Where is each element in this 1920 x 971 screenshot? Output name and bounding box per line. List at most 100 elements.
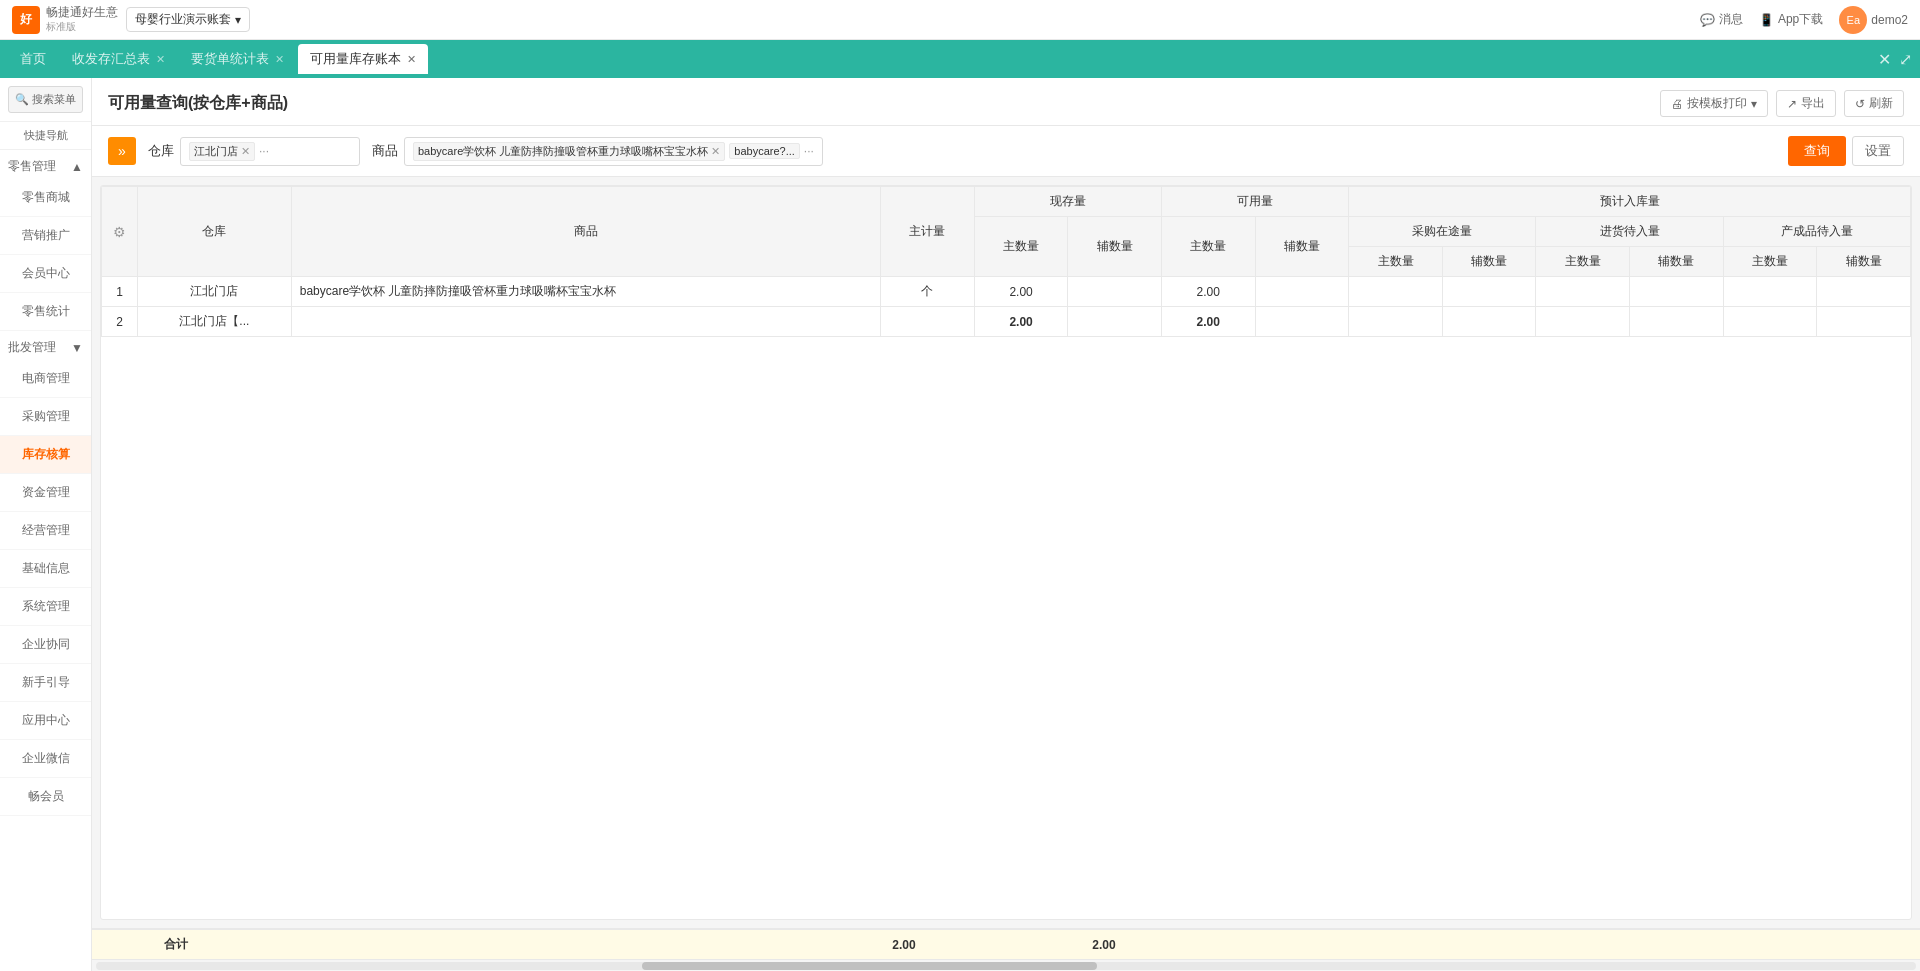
- vip-label: 畅会员: [28, 788, 64, 805]
- logo-sub: 标准版: [46, 20, 118, 34]
- footer-available-main: 2.00: [1054, 938, 1154, 952]
- col-settings-icon[interactable]: ⚙: [113, 224, 126, 240]
- sidebar-item-vip[interactable]: 畅会员: [0, 778, 91, 816]
- top-bar-right: 💬 消息 📱 App下载 Ea demo2: [1700, 6, 1908, 34]
- chevron-down-icon: ▾: [235, 13, 241, 27]
- logo-text: 畅捷通好生意: [46, 5, 118, 21]
- col-inbound-aux-header: 辅数量: [1630, 247, 1724, 277]
- row2-prod-aux: [1817, 307, 1911, 337]
- sidebar-item-wholesale-mgmt-group[interactable]: 批发管理 ▼: [0, 331, 91, 360]
- tab-order-stats[interactable]: 要货单统计表 ✕: [179, 44, 296, 74]
- bottom-scrollbar[interactable]: [92, 959, 1920, 971]
- col-available-aux-header: 辅数量: [1255, 217, 1349, 277]
- warehouse-filter-input[interactable]: 江北门店 ✕ ···: [180, 137, 360, 166]
- main-layout: 🔍 搜索菜单 快捷导航 零售管理 ▲ 零售商城 营销推广 会员中心 零售统计 批…: [0, 78, 1920, 971]
- tab-receipt-label: 收发存汇总表: [72, 50, 150, 68]
- tab-home[interactable]: 首页: [8, 44, 58, 74]
- sidebar-item-inventory[interactable]: 库存核算: [0, 436, 91, 474]
- logo-texts: 畅捷通好生意 标准版: [46, 5, 118, 35]
- col-unit-header: 主计量: [881, 187, 975, 277]
- sidebar-item-purchase-mgmt[interactable]: 采购管理: [0, 398, 91, 436]
- scroll-track: [96, 962, 1916, 970]
- col-prod-aux-header: 辅数量: [1817, 247, 1911, 277]
- sidebar-item-ecommerce[interactable]: 电商管理: [0, 360, 91, 398]
- footer-total-label: 合计: [136, 936, 216, 953]
- sidebar-item-new-guide[interactable]: 新手引导: [0, 664, 91, 702]
- maximize-btn[interactable]: ⤢: [1899, 50, 1912, 69]
- product-ellipsis: ···: [804, 144, 814, 158]
- data-table: ⚙ 仓库 商品 主计量 现存量: [101, 186, 1911, 337]
- sidebar-item-retail-shop[interactable]: 零售商城: [0, 179, 91, 217]
- new-guide-label: 新手引导: [22, 674, 70, 691]
- row2-unit: [881, 307, 975, 337]
- product-filter-tag-2: babycare?...: [729, 143, 800, 159]
- print-icon: 🖨: [1671, 97, 1683, 111]
- quick-nav-btn[interactable]: 快捷导航: [0, 122, 91, 150]
- tab-receipt-close[interactable]: ✕: [156, 53, 165, 66]
- row2-prod-main: [1723, 307, 1817, 337]
- scroll-thumb[interactable]: [642, 962, 1097, 970]
- retail-stats-label: 零售统计: [22, 303, 70, 320]
- tab-bar: 首页 收发存汇总表 ✕ 要货单统计表 ✕ 可用量库存账本 ✕ ✕ ⤢: [0, 40, 1920, 78]
- page-title: 可用量查询(按仓库+商品): [108, 93, 288, 114]
- col-warehouse-header: 仓库: [138, 187, 292, 277]
- product-filter-input[interactable]: babycare学饮杯 儿童防摔防撞吸管杯重力球吸嘴杯宝宝水杯 ✕ babyca…: [404, 137, 823, 166]
- inventory-label: 库存核算: [22, 446, 70, 463]
- row2-available-main: 2.00: [1161, 307, 1255, 337]
- settings-button[interactable]: 设置: [1852, 136, 1904, 166]
- col-purchase-main-header: 主数量: [1349, 247, 1443, 277]
- sidebar-item-member-center[interactable]: 会员中心: [0, 255, 91, 293]
- tab-bar-actions: ✕ ⤢: [1878, 50, 1912, 69]
- filter-toggle-btn[interactable]: »: [108, 137, 136, 165]
- row2-current-aux: [1068, 307, 1162, 337]
- member-center-label: 会员中心: [22, 265, 70, 282]
- row1-num: 1: [102, 277, 138, 307]
- user-profile[interactable]: Ea demo2: [1839, 6, 1908, 34]
- sidebar-item-finance-mgmt[interactable]: 资金管理: [0, 474, 91, 512]
- row1-warehouse: 江北门店: [138, 277, 292, 307]
- query-button[interactable]: 查询: [1788, 136, 1846, 166]
- page-header: 可用量查询(按仓库+商品) 🖨 按模板打印 ▾ ↗ 导出 ↺ 刷新: [92, 78, 1920, 126]
- warehouse-filter-label: 仓库: [148, 142, 174, 160]
- search-icon: 🔍: [15, 93, 29, 105]
- sidebar-item-retail-stats[interactable]: 零售统计: [0, 293, 91, 331]
- row1-inbound-aux: [1630, 277, 1724, 307]
- logo-icon: 好: [12, 6, 40, 34]
- corp-wechat-label: 企业微信: [22, 750, 70, 767]
- sidebar-item-ops-mgmt[interactable]: 经营管理: [0, 512, 91, 550]
- sidebar-item-corp-collab[interactable]: 企业协同: [0, 626, 91, 664]
- sidebar-item-corp-wechat[interactable]: 企业微信: [0, 740, 91, 778]
- table-footer: 合计 2.00 2.00: [92, 928, 1920, 959]
- export-btn[interactable]: ↗ 导出: [1776, 90, 1836, 117]
- app-download-btn[interactable]: 📱 App下载: [1759, 11, 1823, 28]
- warehouse-tag-close[interactable]: ✕: [241, 145, 250, 158]
- tab-receipt-summary[interactable]: 收发存汇总表 ✕: [60, 44, 177, 74]
- refresh-btn[interactable]: ↺ 刷新: [1844, 90, 1904, 117]
- filter-bar: » 仓库 江北门店 ✕ ··· 商品 babycare学饮杯 儿童防摔防撞吸管杯…: [92, 126, 1920, 177]
- row2-product: [291, 307, 880, 337]
- row1-prod-aux: [1817, 277, 1911, 307]
- export-icon: ↗: [1787, 97, 1797, 111]
- table-area: ⚙ 仓库 商品 主计量 现存量: [100, 185, 1912, 920]
- sidebar-item-wholesale-mgmt-label: 批发管理: [8, 339, 56, 356]
- search-menu-btn[interactable]: 🔍 搜索菜单: [8, 86, 83, 113]
- close-all-tabs-btn[interactable]: ✕: [1878, 50, 1891, 69]
- product-tag-1-close[interactable]: ✕: [711, 145, 720, 158]
- sidebar: 🔍 搜索菜单 快捷导航 零售管理 ▲ 零售商城 营销推广 会员中心 零售统计 批…: [0, 78, 92, 971]
- tab-order-close[interactable]: ✕: [275, 53, 284, 66]
- chevron-icon-2: ▼: [71, 341, 83, 355]
- sidebar-item-marketing[interactable]: 营销推广: [0, 217, 91, 255]
- tab-inventory-label: 可用量库存账本: [310, 50, 401, 68]
- tab-inventory-close[interactable]: ✕: [407, 53, 416, 66]
- sidebar-item-sys-mgmt[interactable]: 系统管理: [0, 588, 91, 626]
- ops-mgmt-label: 经营管理: [22, 522, 70, 539]
- sidebar-item-basic-info[interactable]: 基础信息: [0, 550, 91, 588]
- industry-selector[interactable]: 母婴行业演示账套 ▾: [126, 7, 250, 32]
- content-area: 可用量查询(按仓库+商品) 🖨 按模板打印 ▾ ↗ 导出 ↺ 刷新: [92, 78, 1920, 971]
- sidebar-item-retail-mgmt-group[interactable]: 零售管理 ▲: [0, 150, 91, 179]
- table-row: 1 江北门店 babycare学饮杯 儿童防摔防撞吸管杯重力球吸嘴杯宝宝水杯 个…: [102, 277, 1911, 307]
- tab-available-inventory[interactable]: 可用量库存账本 ✕: [298, 44, 428, 74]
- print-btn[interactable]: 🖨 按模板打印 ▾: [1660, 90, 1768, 117]
- message-btn[interactable]: 💬 消息: [1700, 11, 1743, 28]
- sidebar-item-app-center[interactable]: 应用中心: [0, 702, 91, 740]
